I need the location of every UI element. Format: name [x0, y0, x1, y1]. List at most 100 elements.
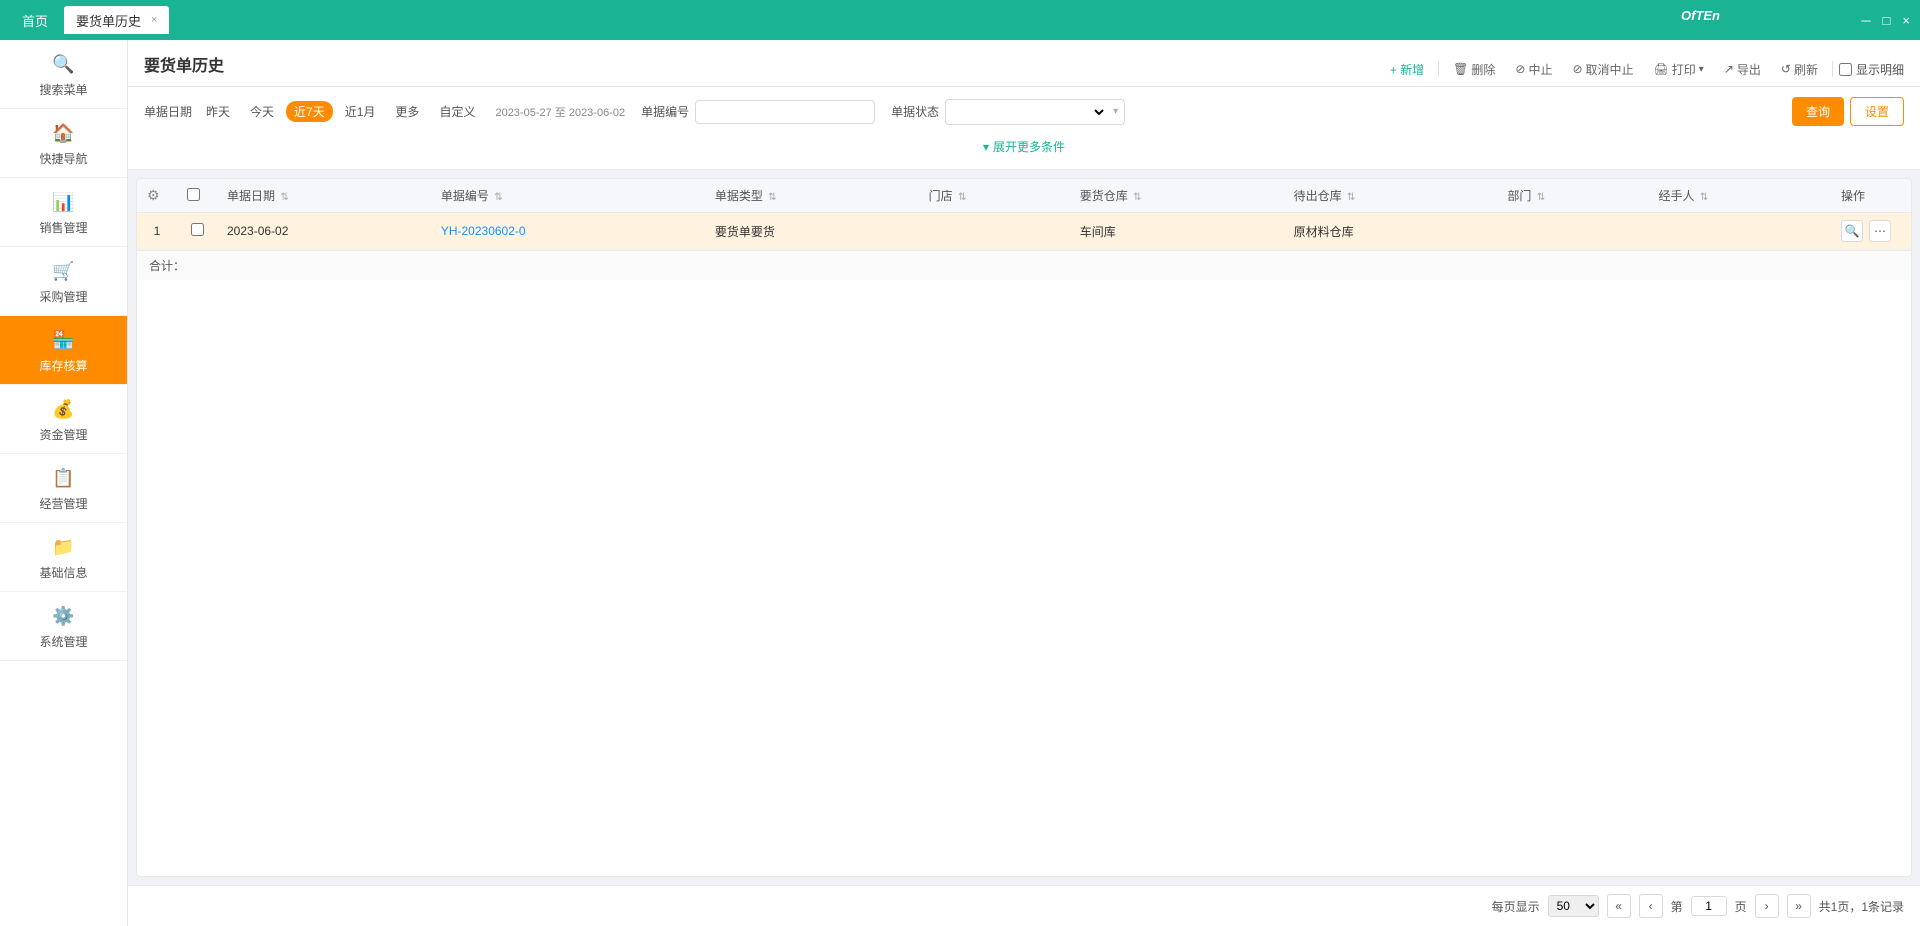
top-bar: 首页 要货单历史 × OfTEn ─ □ ×: [0, 0, 1920, 40]
date-pill-1month[interactable]: 近1月: [337, 101, 384, 122]
select-all-checkbox[interactable]: [187, 188, 200, 201]
date-pill-custom[interactable]: 自定义: [431, 101, 483, 122]
col-dept-sort-icon[interactable]: ⇅: [1537, 192, 1545, 203]
tab-home[interactable]: 首页: [10, 6, 60, 34]
page-title: 要货单历史: [144, 52, 224, 76]
cancel-stop-button[interactable]: ⊘ 取消中止: [1564, 57, 1641, 82]
sidebar-item-quicknav-label: 快捷导航: [39, 150, 87, 167]
col-doctype-label: 单据类型: [715, 189, 763, 203]
export-button[interactable]: ↗ 导出: [1716, 57, 1769, 82]
sidebar-item-basic-label: 基础信息: [39, 564, 87, 581]
sep1: [1438, 61, 1439, 77]
display-detail-checkbox[interactable]: [1839, 63, 1852, 76]
row-handler: [1648, 213, 1831, 250]
date-pill-more[interactable]: 更多: [387, 101, 427, 122]
row-doctype: 要货单要货: [705, 213, 919, 250]
more-icon: ⋯: [1874, 224, 1886, 238]
sidebar-item-purchase[interactable]: 🛒 采购管理: [0, 247, 127, 316]
print-button[interactable]: 🖨 打印 ▾: [1646, 57, 1712, 82]
row-more-button[interactable]: ⋯: [1869, 220, 1891, 242]
date-filter-label: 单据日期: [144, 103, 192, 120]
sidebar-item-system[interactable]: ⚙️ 系统管理: [0, 592, 127, 661]
col-checkbox: [177, 179, 217, 213]
content-area: 要货单历史 + 新增 🗑 删除 ⊘ 中止 ⊘ 取消中止: [128, 40, 1920, 926]
print-icon: 🖨: [1654, 62, 1669, 76]
sidebar-item-inventory[interactable]: 🏪 库存核算: [0, 316, 127, 385]
status-select[interactable]: 正常 中止: [946, 100, 1107, 124]
filter-row-1: 单据日期 昨天 今天 近7天 近1月 更多 自定义 2023-05-27 至 2…: [144, 97, 1904, 126]
page-header: 要货单历史 + 新增 🗑 删除 ⊘ 中止 ⊘ 取消中止: [128, 40, 1920, 87]
operation-icon: 📋: [52, 466, 76, 490]
export-icon: ↗: [1724, 62, 1734, 76]
docno-input[interactable]: [695, 100, 875, 124]
row-checkbox[interactable]: [191, 223, 204, 236]
print-dropdown-icon: ▾: [1699, 64, 1704, 75]
col-req-warehouse-sort-icon[interactable]: ⇅: [1133, 192, 1141, 203]
prev-page-btn[interactable]: ‹: [1639, 894, 1663, 918]
sep2: [1832, 61, 1833, 77]
page-number-input[interactable]: [1691, 896, 1727, 916]
expand-icon: ▾: [983, 140, 989, 154]
col-doctype: 单据类型 ⇅: [705, 179, 919, 213]
first-page-icon: «: [1615, 899, 1622, 913]
sidebar-item-finance[interactable]: 💰 资金管理: [0, 385, 127, 454]
next-page-icon: ›: [1765, 899, 1769, 913]
tab-history[interactable]: 要货单历史 ×: [64, 6, 169, 34]
view-icon: 🔍: [1845, 224, 1860, 238]
row-pending-warehouse: 原材料仓库: [1284, 213, 1498, 250]
sidebar-item-search-label: 搜索菜单: [39, 81, 87, 98]
sidebar-item-operation[interactable]: 📋 经营管理: [0, 454, 127, 523]
sidebar-item-purchase-label: 采购管理: [39, 288, 87, 305]
date-pill-7days[interactable]: 近7天: [286, 101, 333, 122]
last-page-btn[interactable]: »: [1787, 894, 1811, 918]
window-maximize-icon[interactable]: □: [1883, 13, 1891, 28]
row-req-warehouse: 车间库: [1070, 213, 1284, 250]
window-minimize-icon[interactable]: ─: [1861, 13, 1870, 28]
date-pill-today[interactable]: 今天: [242, 101, 282, 122]
col-pending-warehouse: 待出仓库 ⇅: [1284, 179, 1498, 213]
col-date: 单据日期 ⇅: [217, 179, 431, 213]
table-footer: 合计：: [137, 250, 1911, 280]
page-size-select[interactable]: 20 50 100: [1548, 895, 1599, 917]
search-menu-icon: 🔍: [52, 52, 76, 76]
window-close-icon[interactable]: ×: [1902, 13, 1910, 28]
next-page-btn[interactable]: ›: [1755, 894, 1779, 918]
status-select-arrow-icon: ▾: [1107, 106, 1124, 117]
date-pills: 昨天 今天 近7天 近1月 更多 自定义: [198, 101, 483, 122]
col-dept-label: 部门: [1507, 189, 1531, 203]
col-handler-sort-icon[interactable]: ⇅: [1700, 192, 1708, 203]
delete-button[interactable]: 🗑 删除: [1445, 57, 1503, 82]
col-store-sort-icon[interactable]: ⇅: [958, 192, 966, 203]
col-pending-warehouse-sort-icon[interactable]: ⇅: [1347, 192, 1355, 203]
purchase-icon: 🛒: [52, 259, 76, 283]
col-handler: 经手人 ⇅: [1648, 179, 1831, 213]
first-page-btn[interactable]: «: [1607, 894, 1631, 918]
tab-home-label: 首页: [22, 11, 48, 30]
data-table: ⚙ 单据日期 ⇅ 单据编号 ⇅: [137, 179, 1911, 250]
sidebar-item-basic[interactable]: 📁 基础信息: [0, 523, 127, 592]
date-pill-yesterday[interactable]: 昨天: [198, 101, 238, 122]
settings-button[interactable]: 设置: [1850, 97, 1904, 126]
col-date-sort-icon[interactable]: ⇅: [280, 192, 288, 203]
refresh-button[interactable]: ↺ 刷新: [1773, 57, 1826, 82]
sidebar-item-quicknav[interactable]: 🏠 快捷导航: [0, 109, 127, 178]
search-button[interactable]: 查询: [1792, 97, 1844, 126]
sidebar-item-system-label: 系统管理: [39, 633, 87, 650]
table-settings-icon[interactable]: ⚙: [147, 187, 160, 203]
col-doctype-sort-icon[interactable]: ⇅: [768, 192, 776, 203]
row-view-button[interactable]: 🔍: [1841, 220, 1863, 242]
sidebar-item-sales[interactable]: 📊 销售管理: [0, 178, 127, 247]
stop-button[interactable]: ⊘ 中止: [1507, 57, 1560, 82]
col-docno-sort-icon[interactable]: ⇅: [494, 192, 502, 203]
expand-more-label: 展开更多条件: [993, 138, 1065, 155]
total-info: 共1页，1条记录: [1819, 898, 1904, 915]
row-docno-link[interactable]: YH-20230602-0: [441, 224, 526, 238]
expand-more-btn[interactable]: ▾ 展开更多条件: [983, 138, 1065, 155]
col-pending-warehouse-label: 待出仓库: [1294, 189, 1342, 203]
row-dept: [1497, 213, 1648, 250]
add-button[interactable]: + 新增: [1382, 57, 1432, 82]
close-tab-icon[interactable]: ×: [151, 14, 157, 26]
sidebar-item-search[interactable]: 🔍 搜索菜单: [0, 40, 127, 109]
filter-bar: 单据日期 昨天 今天 近7天 近1月 更多 自定义 2023-05-27 至 2…: [128, 87, 1920, 170]
col-req-warehouse: 要货仓库 ⇅: [1070, 179, 1284, 213]
